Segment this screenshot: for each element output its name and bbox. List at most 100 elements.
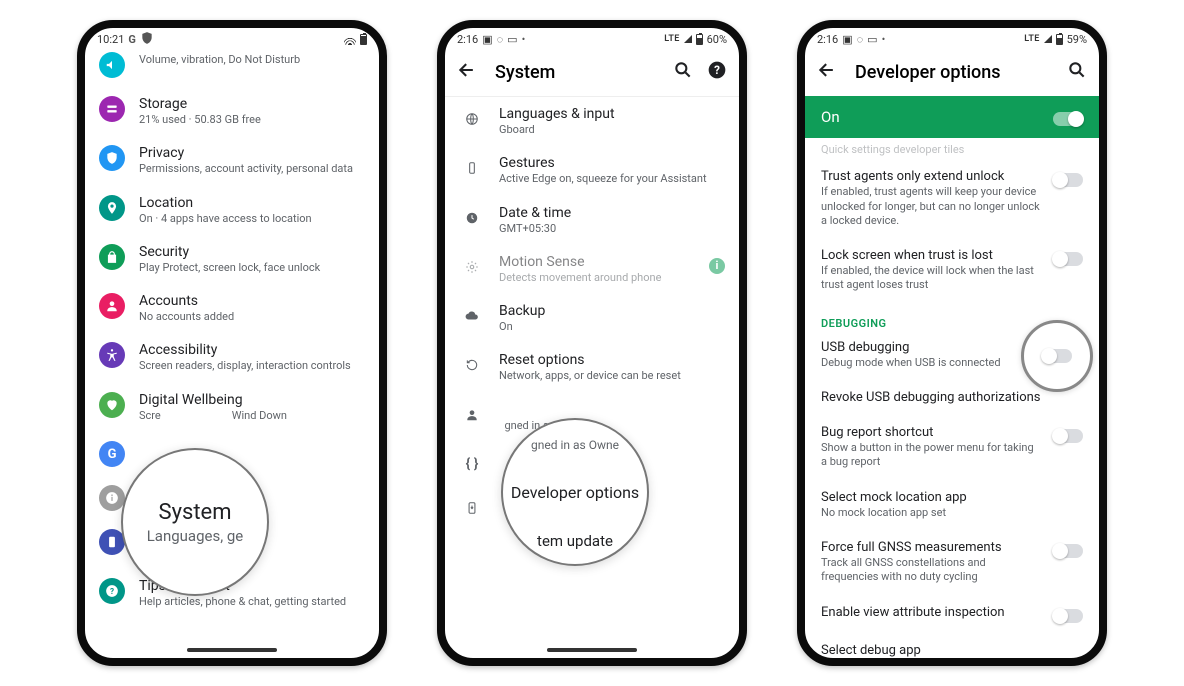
toggle[interactable] [1053, 252, 1083, 266]
system-item-motion-sense: Motion Sense Detects movement around pho… [445, 245, 739, 294]
settings-item-privacy[interactable]: Privacy Permissions, account activity, p… [85, 136, 379, 185]
dev-item-select-debug-app[interactable]: Select debug app [805, 633, 1099, 660]
settings-item-sub: 21% used · 50.83 GB free [139, 113, 365, 127]
battery-icon [1056, 34, 1063, 45]
toggle[interactable] [1053, 544, 1083, 558]
item-title: Force full GNSS measurements [821, 540, 1041, 555]
settings-item-location[interactable]: Location On · 4 apps have access to loca… [85, 186, 379, 235]
item-title: Reset options [499, 352, 725, 368]
magnifier-developer: gned in as Owne Developer options tem up… [501, 418, 649, 566]
settings-item-title: Location [139, 195, 365, 211]
phone-settings: 10:21 G Volume, vibration, Do Not Distur… [77, 20, 387, 666]
battery-percent: 60% [707, 33, 727, 46]
gesture-icon [459, 155, 485, 181]
page-title: System [495, 62, 673, 83]
dev-item-view-attr[interactable]: Enable view attribute inspection [805, 595, 1099, 633]
help-icon: ? [99, 578, 125, 604]
info-badge-icon: i [709, 258, 725, 274]
item-title: Select mock location app [821, 490, 1083, 505]
settings-item-security[interactable]: Security Play Protect, screen lock, face… [85, 235, 379, 284]
toggle-on-icon[interactable] [1053, 112, 1083, 126]
developer-master-switch[interactable]: On [805, 96, 1099, 138]
settings-item-sound[interactable]: Volume, vibration, Do Not Disturb [85, 50, 379, 87]
globe-icon [459, 106, 485, 132]
toggle[interactable] [1053, 609, 1083, 623]
cloud-icon [459, 303, 485, 329]
toggle[interactable] [1053, 173, 1083, 187]
braces-icon: { } [459, 451, 485, 477]
duo-icon: ▣ [482, 33, 492, 46]
page-title: Developer options [855, 62, 1067, 83]
signal-icon [684, 35, 692, 43]
item-title: Trust agents only extend unlock [821, 169, 1041, 184]
settings-item-sub: On · 4 apps have access to location [139, 212, 365, 226]
settings-item-accessibility[interactable]: Accessibility Screen readers, display, i… [85, 333, 379, 382]
more-icon: • [882, 33, 886, 46]
system-item-gestures[interactable]: Gestures Active Edge on, squeeze for you… [445, 146, 739, 195]
user-icon [459, 402, 485, 428]
status-time: 2:16 [817, 33, 838, 46]
nav-pill[interactable] [187, 648, 277, 652]
whatsapp-icon: ◌ [497, 33, 504, 46]
battery-percent: 59% [1067, 33, 1087, 46]
phone-system: 2:16 ▣ ◌ ▭ • LTE 60% System ? [437, 20, 747, 666]
dev-item-gnss[interactable]: Force full GNSS measurements Track all G… [805, 530, 1099, 595]
system-item-backup[interactable]: Backup On [445, 294, 739, 343]
help-icon[interactable]: ? [707, 60, 727, 84]
system-item-datetime[interactable]: Date & time GMT+05:30 [445, 196, 739, 245]
item-title: Revoke USB debugging authorizations [821, 390, 1083, 405]
toggle[interactable] [1053, 429, 1083, 443]
whatsapp-icon: ◌ [857, 33, 864, 46]
app-bar: System ? [445, 50, 739, 97]
settings-item-sub: Help articles, phone & chat, getting sta… [139, 595, 365, 609]
item-sub: Gboard [499, 123, 725, 137]
toggle-highlight[interactable] [1042, 349, 1072, 363]
status-bar: 2:16 ▣ ◌ ▭ • LTE 59% [805, 28, 1099, 50]
item-sub: Show a button in the power menu for taki… [821, 441, 1041, 470]
account-icon [99, 293, 125, 319]
storage-icon [99, 96, 125, 122]
dev-item-lock-screen-trust[interactable]: Lock screen when trust is lost If enable… [805, 238, 1099, 303]
youtube-icon: ▭ [507, 33, 517, 46]
svg-text:?: ? [714, 63, 720, 77]
magnifier-sub: Languages, ge [147, 527, 244, 545]
side-button [385, 108, 387, 158]
settings-item-sub: Scre Wind Down [139, 409, 365, 423]
settings-item-sub: Permissions, account activity, personal … [139, 162, 365, 176]
item-sub: On [499, 320, 725, 334]
settings-item-storage[interactable]: Storage 21% used · 50.83 GB free [85, 87, 379, 136]
search-icon[interactable] [1067, 60, 1087, 84]
system-item-languages[interactable]: Languages & input Gboard [445, 97, 739, 146]
status-time: 2:16 [457, 33, 478, 46]
dev-item-bug-report[interactable]: Bug report shortcut Show a button in the… [805, 415, 1099, 480]
google-g-icon: G [99, 441, 125, 467]
item-sub: Network, apps, or device can be reset [499, 369, 725, 383]
settings-item-title: Accounts [139, 293, 365, 309]
item-sub: Active Edge on, squeeze for your Assista… [499, 172, 725, 186]
settings-item-title: Security [139, 244, 365, 260]
magnifier-title: System [159, 500, 232, 525]
location-icon [99, 195, 125, 221]
system-item-reset[interactable]: Reset options Network, apps, or device c… [445, 343, 739, 392]
lock-icon [99, 244, 125, 270]
partial-row: Quick settings developer tiles [805, 138, 1099, 159]
back-icon[interactable] [457, 60, 477, 84]
volume-icon [99, 52, 125, 78]
search-icon[interactable] [673, 60, 693, 84]
settings-item-wellbeing[interactable]: Digital Wellbeing Scre Wind Down [85, 383, 379, 432]
dev-item-mock-location[interactable]: Select mock location app No mock locatio… [805, 480, 1099, 530]
item-title: Enable view attribute inspection [821, 605, 1041, 620]
dev-item-trust-agents[interactable]: Trust agents only extend unlock If enabl… [805, 159, 1099, 238]
clock-icon [459, 205, 485, 231]
settings-item-sub: Screen readers, display, interaction con… [139, 359, 365, 373]
settings-item-sub: No accounts added [139, 310, 365, 324]
settings-item-accounts[interactable]: Accounts No accounts added [85, 284, 379, 333]
item-title: Motion Sense [499, 254, 695, 270]
nav-pill[interactable] [547, 648, 637, 652]
status-time: 10:21 [97, 33, 124, 46]
battery-icon [696, 34, 703, 45]
back-icon[interactable] [817, 60, 837, 84]
heart-icon [99, 392, 125, 418]
item-sub: Track all GNSS constellations and freque… [821, 556, 1041, 585]
item-title: Date & time [499, 205, 725, 221]
